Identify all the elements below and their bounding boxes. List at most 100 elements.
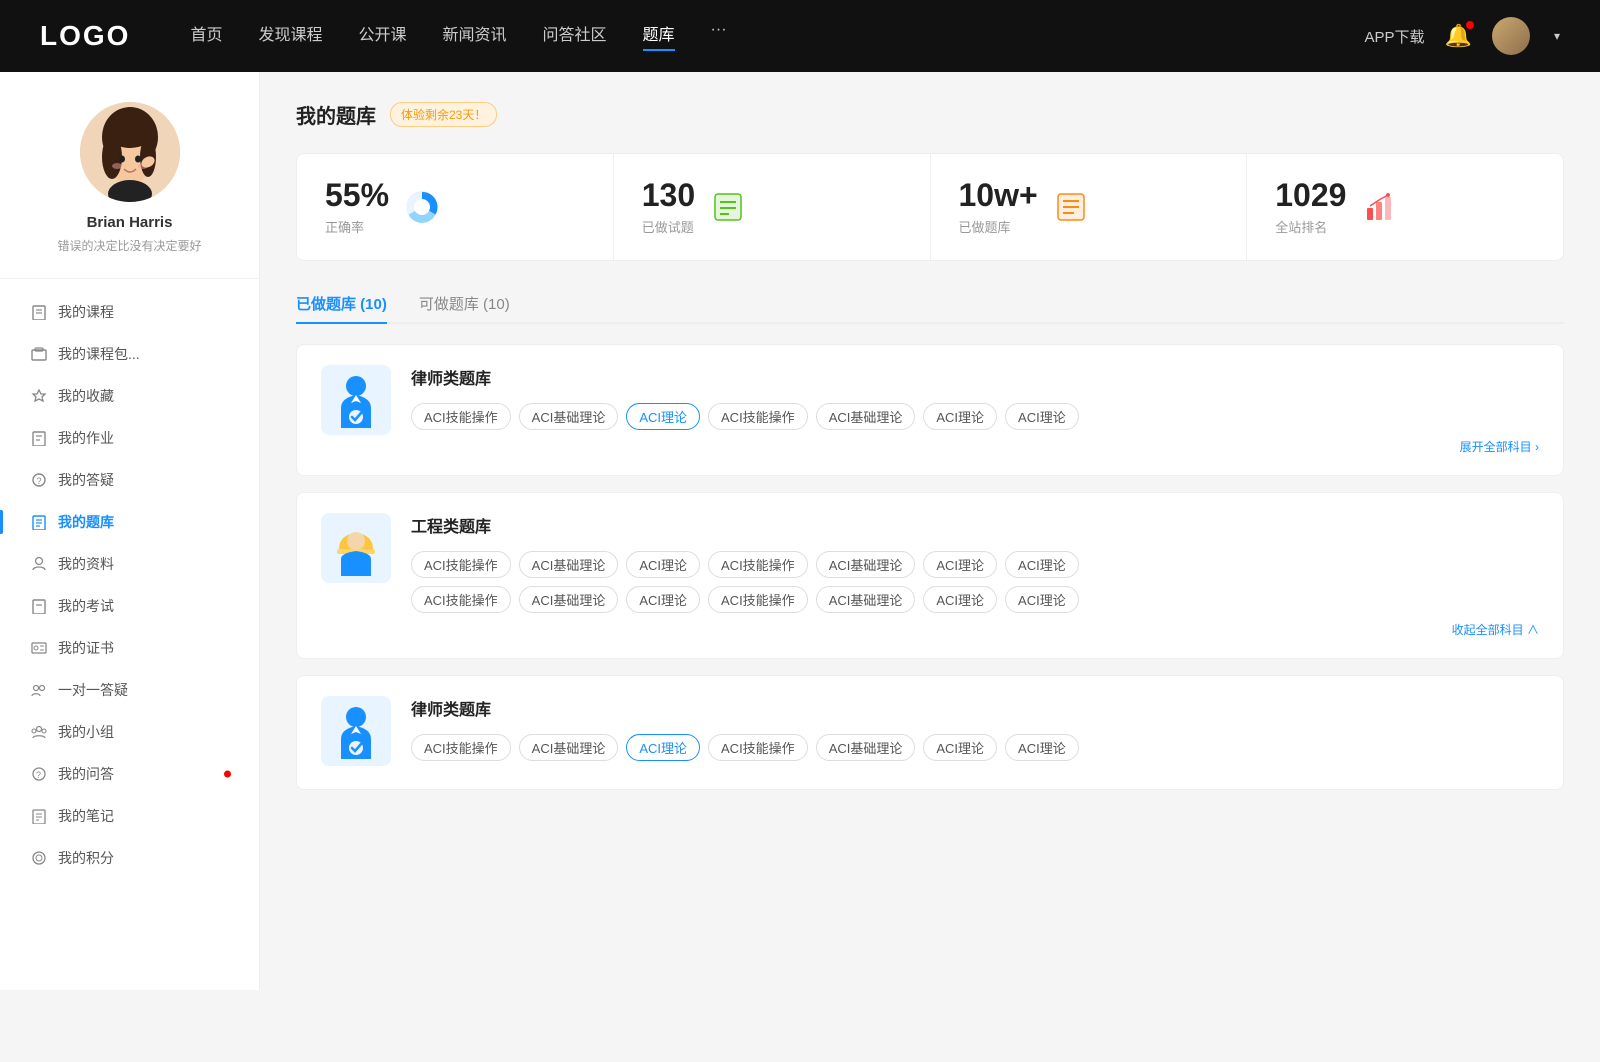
tag-eng-basic-2[interactable]: ACI基础理论	[816, 551, 916, 578]
tag-law2-theory-2[interactable]: ACI理论	[923, 734, 997, 761]
profile-name: Brian Harris	[87, 214, 173, 231]
avatar-chevron-icon[interactable]: ▾	[1554, 29, 1560, 43]
tag-eng-basic-1[interactable]: ACI基础理论	[519, 551, 619, 578]
tag-aci-basic-1[interactable]: ACI基础理论	[519, 403, 619, 430]
tag-eng-basic-3[interactable]: ACI基础理论	[519, 586, 619, 613]
tag-law2-theory-3[interactable]: ACI理论	[1005, 734, 1079, 761]
main-content: 我的题库 体验剩余23天！ 55% 正确率	[260, 72, 1600, 990]
cert-icon	[30, 639, 48, 657]
tag-eng-basic-4[interactable]: ACI基础理论	[816, 586, 916, 613]
nav-home[interactable]: 首页	[190, 21, 222, 51]
menu-label-exam: 我的考试	[58, 596, 114, 616]
tag-eng-theory-4[interactable]: ACI理论	[626, 586, 700, 613]
nav-right: APP下载 🔔 ▾	[1365, 17, 1560, 55]
menu-item-cert[interactable]: 我的证书	[0, 627, 259, 669]
tab-available-banks[interactable]: 可做题库 (10)	[419, 285, 510, 322]
nav-discover[interactable]: 发现课程	[258, 21, 322, 51]
sidebar-menu: 我的课程 我的课程包... 我的收藏 我的作业	[0, 279, 259, 891]
menu-label-group: 我的小组	[58, 722, 114, 742]
menu-item-course-package[interactable]: 我的课程包...	[0, 333, 259, 375]
qbank-icon	[30, 513, 48, 531]
tab-done-banks[interactable]: 已做题库 (10)	[296, 285, 387, 322]
stat-done-banks-label: 已做题库	[959, 217, 1038, 236]
exam-icon	[30, 597, 48, 615]
tag-aci-theory-2[interactable]: ACI理论	[923, 403, 997, 430]
app-download-link[interactable]: APP下载	[1365, 26, 1425, 47]
tag-eng-op-3[interactable]: ACI技能操作	[411, 586, 511, 613]
logo: LOGO	[40, 20, 130, 52]
tag-eng-theory-3[interactable]: ACI理论	[1005, 551, 1079, 578]
menu-item-qa-mine[interactable]: ? 我的答疑	[0, 459, 259, 501]
tag-aci-theory-3[interactable]: ACI理论	[1005, 403, 1079, 430]
nav-news[interactable]: 新闻资讯	[443, 21, 507, 51]
collapse-engineer[interactable]: 收起全部科目 ∧	[411, 621, 1539, 638]
page-title: 我的题库	[296, 100, 376, 129]
qbank-tags-engineer-row2: ACI技能操作 ACI基础理论 ACI理论 ACI技能操作 ACI基础理论 AC…	[411, 586, 1539, 613]
nav-open-course[interactable]: 公开课	[358, 21, 406, 51]
tag-eng-theory-1[interactable]: ACI理论	[626, 551, 700, 578]
tag-law2-op-1[interactable]: ACI技能操作	[411, 734, 511, 761]
menu-item-profile[interactable]: 我的资料	[0, 543, 259, 585]
qbank-card-lawyer-2: 律师类题库 ACI技能操作 ACI基础理论 ACI理论 ACI技能操作 ACI基…	[296, 675, 1564, 790]
menu-label-favorites: 我的收藏	[58, 386, 114, 406]
homework-icon	[30, 429, 48, 447]
trial-badge: 体验剩余23天！	[390, 102, 497, 127]
tag-aci-basic-2[interactable]: ACI基础理论	[816, 403, 916, 430]
questions-icon: ?	[30, 765, 48, 783]
stat-done-questions-text: 130 已做试题	[642, 178, 695, 236]
tag-eng-op-4[interactable]: ACI技能操作	[708, 586, 808, 613]
stat-done-questions-label: 已做试题	[642, 217, 695, 236]
favorites-icon	[30, 387, 48, 405]
menu-label-profile: 我的资料	[58, 554, 114, 574]
qbank-body-lawyer-2: 律师类题库 ACI技能操作 ACI基础理论 ACI理论 ACI技能操作 ACI基…	[411, 696, 1539, 769]
tag-aci-op-2[interactable]: ACI技能操作	[708, 403, 808, 430]
stat-accuracy-text: 55% 正确率	[325, 178, 389, 236]
nav-links: 首页 发现课程 公开课 新闻资讯 问答社区 题库 ···	[190, 21, 1364, 51]
accuracy-pie-icon	[403, 188, 441, 226]
menu-item-qbank[interactable]: 我的题库	[0, 501, 259, 543]
tag-eng-theory-2[interactable]: ACI理论	[923, 551, 997, 578]
notification-bell[interactable]: 🔔	[1445, 23, 1472, 49]
tag-law2-basic-2[interactable]: ACI基础理论	[816, 734, 916, 761]
nav-qbank[interactable]: 题库	[643, 21, 675, 51]
menu-item-homework[interactable]: 我的作业	[0, 417, 259, 459]
menu-item-course[interactable]: 我的课程	[0, 291, 259, 333]
qbank-tags-lawyer-1: ACI技能操作 ACI基础理论 ACI理论 ACI技能操作 ACI基础理论 AC…	[411, 403, 1539, 430]
stat-accuracy-number: 55%	[325, 178, 389, 213]
menu-item-notes[interactable]: 我的笔记	[0, 795, 259, 837]
menu-item-points[interactable]: 我的积分	[0, 837, 259, 879]
menu-item-group[interactable]: 我的小组	[0, 711, 259, 753]
navbar: LOGO 首页 发现课程 公开课 新闻资讯 问答社区 题库 ··· APP下载 …	[0, 0, 1600, 72]
user-avatar[interactable]	[1492, 17, 1530, 55]
page-header: 我的题库 体验剩余23天！	[296, 100, 1564, 129]
tag-eng-op-2[interactable]: ACI技能操作	[708, 551, 808, 578]
expand-lawyer-1[interactable]: 展开全部科目 ›	[411, 438, 1539, 455]
course-package-icon	[30, 345, 48, 363]
qbank-engineer-icon-wrap	[321, 513, 391, 583]
nav-qa[interactable]: 问答社区	[543, 21, 607, 51]
ranking-icon	[1360, 188, 1398, 226]
menu-item-favorites[interactable]: 我的收藏	[0, 375, 259, 417]
menu-label-cert: 我的证书	[58, 638, 114, 658]
svg-text:?: ?	[37, 476, 42, 486]
tag-eng-theory-6[interactable]: ACI理论	[1005, 586, 1079, 613]
tabs-row: 已做题库 (10) 可做题库 (10)	[296, 285, 1564, 324]
tag-law2-op-2[interactable]: ACI技能操作	[708, 734, 808, 761]
stat-done-banks-text: 10w+ 已做题库	[959, 178, 1038, 236]
menu-item-exam[interactable]: 我的考试	[0, 585, 259, 627]
nav-more[interactable]: ···	[711, 21, 727, 51]
menu-item-questions[interactable]: ? 我的问答	[0, 753, 259, 795]
tag-law2-basic-1[interactable]: ACI基础理论	[519, 734, 619, 761]
menu-item-1on1[interactable]: 一对一答疑	[0, 669, 259, 711]
menu-label-qa-mine: 我的答疑	[58, 470, 114, 490]
tag-law2-theory-1[interactable]: ACI理论	[626, 734, 700, 761]
notification-dot	[1466, 21, 1474, 29]
tag-eng-theory-5[interactable]: ACI理论	[923, 586, 997, 613]
tag-eng-op-1[interactable]: ACI技能操作	[411, 551, 511, 578]
tag-aci-theory-1[interactable]: ACI理论	[626, 403, 700, 430]
avatar-image	[1492, 17, 1530, 55]
tag-aci-op-1[interactable]: ACI技能操作	[411, 403, 511, 430]
menu-label-notes: 我的笔记	[58, 806, 114, 826]
page-wrapper: Brian Harris 错误的决定比没有决定要好 我的课程 我的课程包...	[0, 72, 1600, 990]
stat-done-questions: 130 已做试题	[614, 154, 931, 260]
